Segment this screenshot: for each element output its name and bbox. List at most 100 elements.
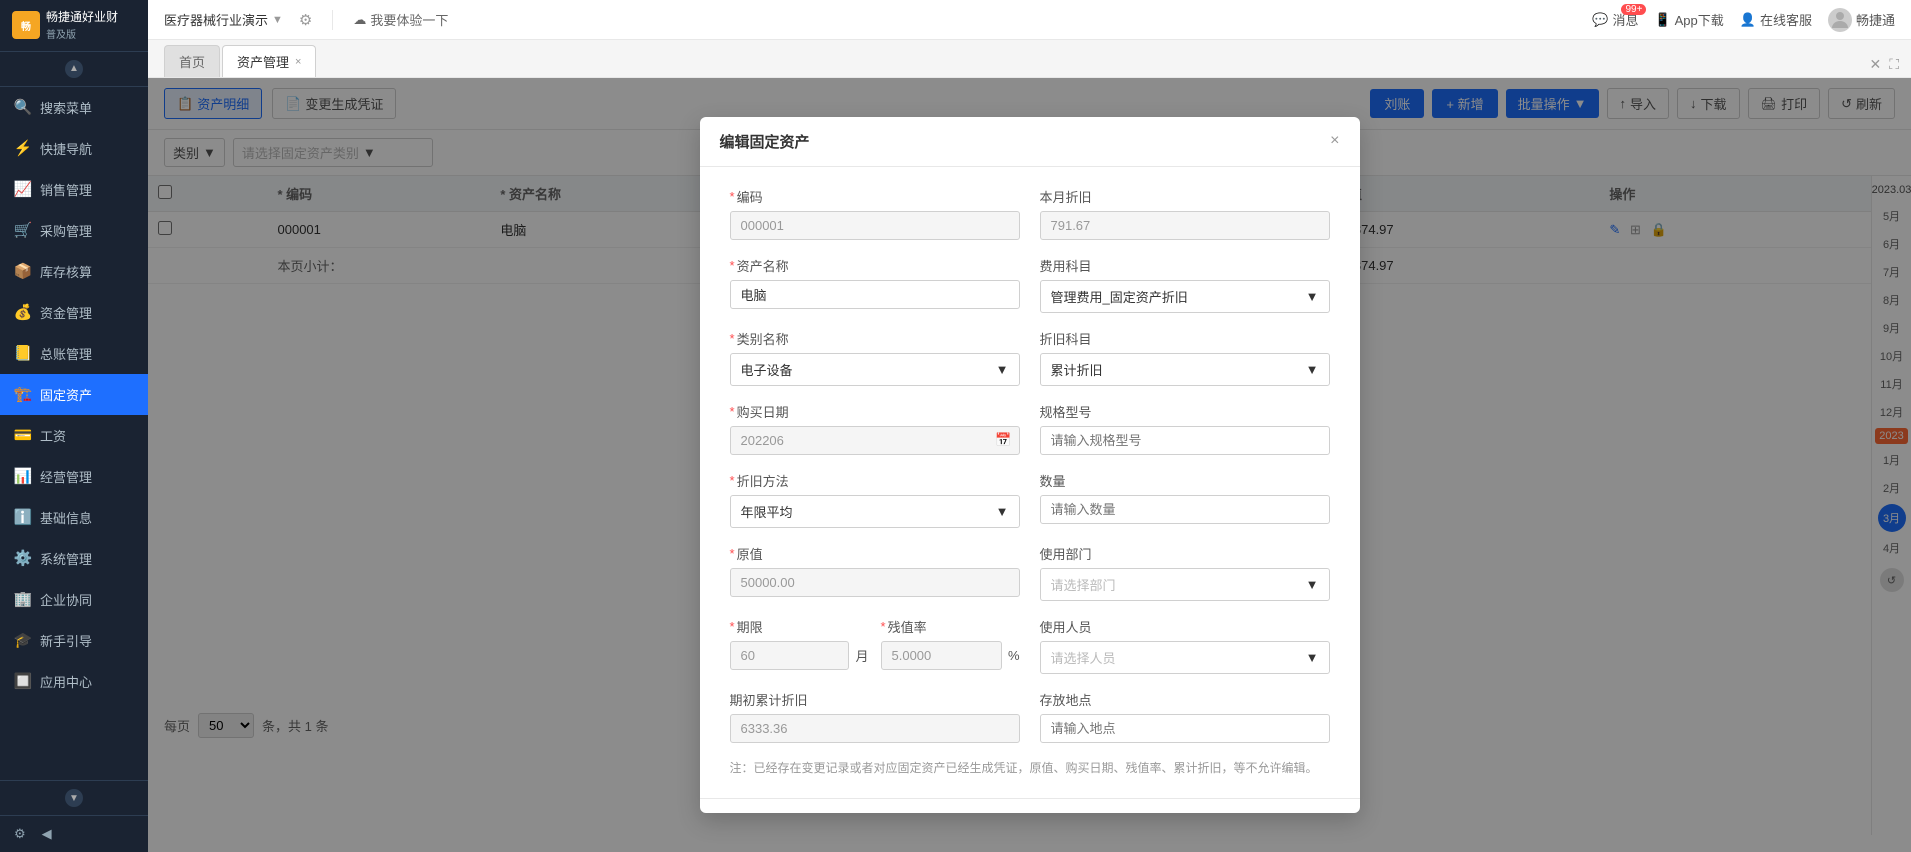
form-row-8: 期初累计折旧 存放地点 (730, 690, 1330, 743)
form-row-4: * 购买日期 📅 规格型号 (730, 402, 1330, 455)
sidebar-item-basic-info-label: 基础信息 (40, 508, 92, 527)
original-value-input[interactable] (730, 568, 1020, 597)
sidebar-nav: 🔍 搜索菜单 ⚡ 快捷导航 📈 销售管理 🛒 采购管理 📦 库存核算 💰 资金管… (0, 87, 148, 780)
basic-info-icon: ℹ️ (14, 508, 32, 526)
form-row-6: * 原值 使用部门 请选择部门 ▼ (730, 544, 1330, 601)
form-col-expense-subject: 费用科目 管理费用_固定资产折旧 ▼ (1040, 256, 1330, 313)
sidebar-item-app-center[interactable]: 🔲 应用中心 (0, 661, 148, 702)
sidebar-item-sales-label: 销售管理 (40, 180, 92, 199)
main-area: 医疗器械行业演示 ▼ ⚙ ☁ 我要体验一下 💬 消息 99+ 📱 App下载 👤… (148, 0, 1911, 852)
depreciation-subject-arrow: ▼ (1306, 362, 1319, 377)
collapse-btn[interactable]: ◀ (42, 826, 52, 842)
quicknav-icon: ⚡ (14, 139, 32, 157)
sidebar-item-app-center-label: 应用中心 (40, 672, 92, 691)
residual-input[interactable] (881, 641, 1002, 670)
modal-close-btn[interactable]: × (1330, 132, 1339, 150)
sidebar-item-basic-info[interactable]: ℹ️ 基础信息 (0, 497, 148, 538)
app-download-btn[interactable]: 📱 App下载 (1654, 10, 1723, 29)
initial-depreciation-input[interactable] (730, 714, 1020, 743)
department-label: 使用部门 (1040, 544, 1330, 563)
depreciation-method-select[interactable]: 年限平均 ▼ (730, 495, 1020, 528)
calendar-icon[interactable]: 📅 (995, 432, 1011, 448)
company-selector[interactable]: 医疗器械行业演示 ▼ (164, 10, 283, 29)
modal-body: * 编码 本月折旧 (700, 167, 1360, 798)
category-select[interactable]: 电子设备 ▼ (730, 353, 1020, 386)
expense-subject-label: 费用科目 (1040, 256, 1330, 275)
department-select[interactable]: 请选择部门 ▼ (1040, 568, 1330, 601)
form-col-department: 使用部门 请选择部门 ▼ (1040, 544, 1330, 601)
tab-asset-management[interactable]: 资产管理 × (222, 45, 316, 77)
category-arrow: ▼ (996, 362, 1009, 377)
sidebar-item-purchase[interactable]: 🛒 采购管理 (0, 210, 148, 251)
period-residual-group: * 期限 月 * (730, 617, 1020, 670)
depreciation-subject-label: 折旧科目 (1040, 329, 1330, 348)
form-col-depreciation-method: * 折旧方法 年限平均 ▼ (730, 471, 1020, 528)
customer-service-btn[interactable]: 👤 在线客服 (1740, 10, 1812, 29)
spec-model-label: 规格型号 (1040, 402, 1330, 421)
sidebar-item-system[interactable]: ⚙️ 系统管理 (0, 538, 148, 579)
form-col-code: * 编码 (730, 187, 1020, 240)
form-col-initial-depreciation: 期初累计折旧 (730, 690, 1020, 743)
sidebar-item-newbie-label: 新手引导 (40, 631, 92, 650)
location-label: 存放地点 (1040, 690, 1330, 709)
initial-depreciation-label: 期初累计折旧 (730, 690, 1020, 709)
sidebar-item-operations-label: 经营管理 (40, 467, 92, 486)
sidebar-item-inventory[interactable]: 📦 库存核算 (0, 251, 148, 292)
sidebar-item-search-label: 搜索菜单 (40, 98, 92, 117)
topbar-right: 💬 消息 99+ 📱 App下载 👤 在线客服 畅捷通 (1592, 8, 1895, 32)
inventory-icon: 📦 (14, 262, 32, 280)
spec-model-input[interactable] (1040, 426, 1330, 455)
residual-label: * 残值率 (881, 617, 1020, 636)
purchase-date-input[interactable] (730, 426, 1020, 455)
close-window-icon[interactable]: ✕ (1869, 56, 1881, 73)
expense-subject-select[interactable]: 管理费用_固定资产折旧 ▼ (1040, 280, 1330, 313)
user-menu[interactable]: 畅捷通 (1828, 8, 1895, 32)
logo-sub: 普及版 (46, 26, 118, 41)
form-col-person: 使用人员 请选择人员 ▼ (1040, 617, 1330, 674)
ledger-icon: 📒 (14, 344, 32, 362)
experience-btn[interactable]: ☁ 我要体验一下 (353, 10, 448, 29)
expand-window-icon[interactable]: ⛶ (1889, 56, 1899, 73)
scroll-down-btn[interactable]: ▼ (65, 789, 83, 807)
period-input-group: 月 (730, 641, 869, 670)
person-placeholder: 请选择人员 (1051, 648, 1116, 667)
message-btn[interactable]: 💬 消息 99+ (1592, 10, 1638, 29)
sidebar-item-quicknav[interactable]: ⚡ 快捷导航 (0, 128, 148, 169)
sidebar-item-salary-label: 工资 (40, 426, 66, 445)
sidebar-item-operations[interactable]: 📊 经营管理 (0, 456, 148, 497)
tab-home-label: 首页 (179, 52, 205, 71)
sidebar-item-newbie[interactable]: 🎓 新手引导 (0, 620, 148, 661)
settings-icon[interactable]: ⚙ (14, 826, 26, 842)
topbar-gear-icon[interactable]: ⚙ (299, 11, 312, 29)
person-select[interactable]: 请选择人员 ▼ (1040, 641, 1330, 674)
sidebar-item-enterprise[interactable]: 🏢 企业协同 (0, 579, 148, 620)
sidebar-item-sales[interactable]: 📈 销售管理 (0, 169, 148, 210)
expense-subject-value: 管理费用_固定资产折旧 (1051, 287, 1188, 306)
location-input[interactable] (1040, 714, 1330, 743)
sidebar-item-fixed-assets[interactable]: 🏗️ 固定资产 (0, 374, 148, 415)
modal-overlay: 编辑固定资产 × * 编码 (148, 78, 1911, 852)
sidebar-item-inventory-label: 库存核算 (40, 262, 92, 281)
this-month-depreciation-input[interactable] (1040, 211, 1330, 240)
sidebar-item-salary[interactable]: 💳 工资 (0, 415, 148, 456)
form-row-3: * 类别名称 电子设备 ▼ 折旧科目 (730, 329, 1330, 386)
tab-home[interactable]: 首页 (164, 45, 220, 77)
sidebar-item-funds[interactable]: 💰 资金管理 (0, 292, 148, 333)
sidebar-item-search[interactable]: 🔍 搜索菜单 (0, 87, 148, 128)
company-name: 医疗器械行业演示 (164, 10, 268, 29)
code-input[interactable] (730, 211, 1020, 240)
form-col-period-residual: * 期限 月 * (730, 617, 1020, 674)
period-input[interactable] (730, 641, 850, 670)
quantity-input[interactable] (1040, 495, 1330, 524)
sidebar-item-ledger[interactable]: 📒 总账管理 (0, 333, 148, 374)
tab-close-icon[interactable]: × (295, 56, 301, 68)
sidebar: 畅 畅捷通好业财 普及版 ▲ 🔍 搜索菜单 ⚡ 快捷导航 📈 销售管理 🛒 采购… (0, 0, 148, 852)
depreciation-subject-select[interactable]: 累计折旧 ▼ (1040, 353, 1330, 386)
scroll-up-btn[interactable]: ▲ (65, 60, 83, 78)
sidebar-item-ledger-label: 总账管理 (40, 344, 92, 363)
sidebar-logo: 畅 畅捷通好业财 普及版 (0, 0, 148, 52)
search-icon: 🔍 (14, 98, 32, 116)
sidebar-item-enterprise-label: 企业协同 (40, 590, 92, 609)
asset-name-input[interactable] (730, 280, 1020, 309)
edit-asset-modal: 编辑固定资产 × * 编码 (700, 117, 1360, 814)
